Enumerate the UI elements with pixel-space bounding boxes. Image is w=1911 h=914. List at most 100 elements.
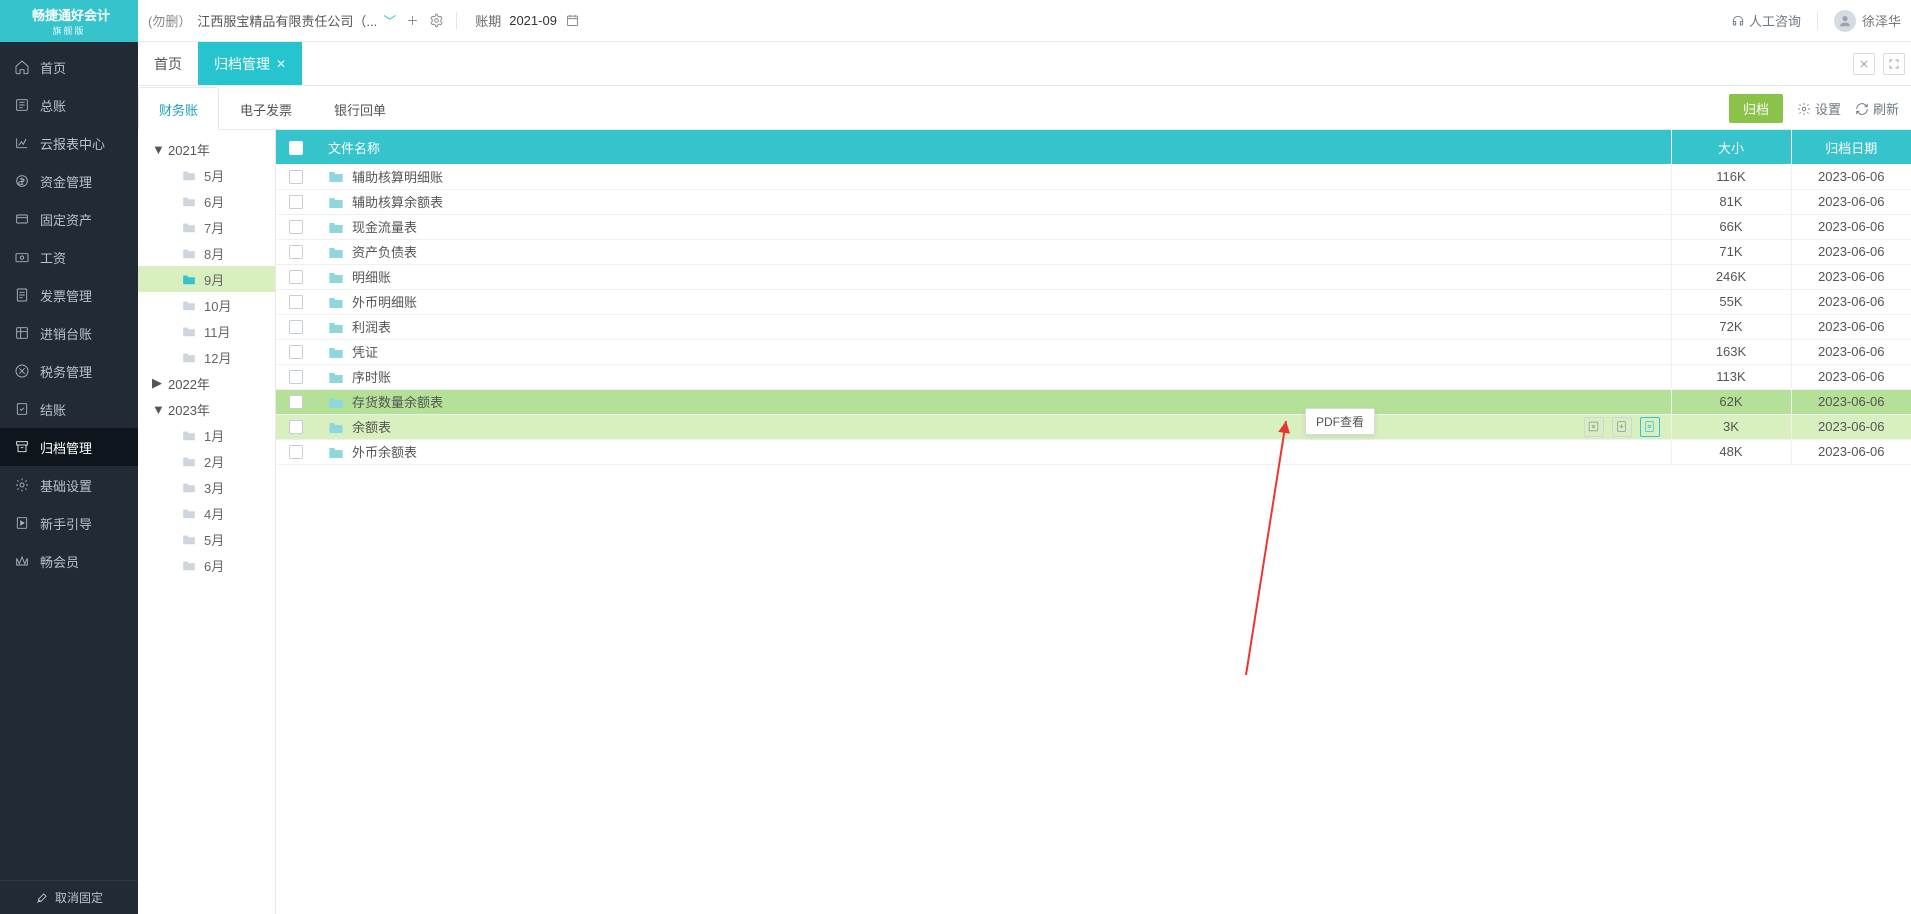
- sidebar-item-3[interactable]: 资金管理: [0, 162, 138, 200]
- table-row[interactable]: 余额表 3K2023-06-06: [276, 414, 1911, 439]
- pdf-view-tooltip: PDF查看: [1305, 408, 1375, 435]
- tree-month-2-5[interactable]: 6月: [138, 552, 275, 578]
- folder-icon: [182, 299, 196, 311]
- sidebar-item-4[interactable]: 固定资产: [0, 200, 138, 238]
- row-checkbox[interactable]: [289, 320, 303, 334]
- sidebar-item-10[interactable]: 归档管理: [0, 428, 138, 466]
- period-value[interactable]: 2021-09: [509, 13, 557, 28]
- sidebar-item-1[interactable]: 总账: [0, 86, 138, 124]
- row-actions: [1584, 417, 1670, 437]
- user-menu[interactable]: 徐泽华: [1834, 10, 1901, 32]
- sidebar-item-label: 总账: [40, 96, 66, 115]
- sub-tab-0[interactable]: 财务账: [138, 87, 219, 130]
- table-row[interactable]: 现金流量表66K2023-06-06: [276, 214, 1911, 239]
- cell-name: 辅助核算明细账: [316, 164, 1671, 189]
- company-selector[interactable]: (勿删） 江西服宝精品有限责任公司（... ﹀: [148, 11, 396, 30]
- tree-month-2-2[interactable]: 3月: [138, 474, 275, 500]
- row-checkbox[interactable]: [289, 445, 303, 459]
- row-checkbox[interactable]: [289, 220, 303, 234]
- tree-month-0-2[interactable]: 7月: [138, 214, 275, 240]
- page-tab-1[interactable]: 归档管理✕: [198, 42, 302, 85]
- human-consult[interactable]: 人工咨询: [1731, 11, 1801, 30]
- sidebar-item-2[interactable]: 云报表中心: [0, 124, 138, 162]
- row-checkbox[interactable]: [289, 370, 303, 384]
- sidebar-item-13[interactable]: 畅会员: [0, 542, 138, 580]
- sidebar-item-9[interactable]: 结账: [0, 390, 138, 428]
- tree-month-0-6[interactable]: 11月: [138, 318, 275, 344]
- calendar-icon[interactable]: [565, 13, 581, 29]
- sub-tab-2[interactable]: 银行回单: [313, 87, 407, 130]
- pdf-download-icon[interactable]: [1612, 417, 1632, 437]
- page-tab-0[interactable]: 首页: [138, 42, 198, 85]
- tree-month-0-4[interactable]: 9月: [138, 266, 275, 292]
- tree-month-0-1[interactable]: 6月: [138, 188, 275, 214]
- row-checkbox[interactable]: [289, 170, 303, 184]
- sidebar-item-label: 资金管理: [40, 172, 92, 191]
- table-row[interactable]: 外币明细账55K2023-06-06: [276, 289, 1911, 314]
- tree-year-1[interactable]: ▶2022年: [138, 370, 275, 396]
- table-row[interactable]: 外币余额表48K2023-06-06: [276, 439, 1911, 464]
- refresh-link[interactable]: 刷新: [1855, 99, 1899, 118]
- table-row[interactable]: 序时账113K2023-06-06: [276, 364, 1911, 389]
- folder-icon: [328, 295, 344, 309]
- add-icon[interactable]: [404, 13, 420, 29]
- cell-size: 71K: [1671, 239, 1791, 264]
- cell-date: 2023-06-06: [1791, 414, 1911, 439]
- cell-date: 2023-06-06: [1791, 164, 1911, 189]
- sidebar-item-12[interactable]: 新手引导: [0, 504, 138, 542]
- cell-name: 外币余额表: [316, 439, 1671, 464]
- row-checkbox[interactable]: [289, 270, 303, 284]
- table-row[interactable]: 辅助核算余额表81K2023-06-06: [276, 189, 1911, 214]
- row-checkbox[interactable]: [289, 420, 303, 434]
- tree-month-0-7[interactable]: 12月: [138, 344, 275, 370]
- excel-download-icon[interactable]: [1584, 417, 1604, 437]
- cell-size: 72K: [1671, 314, 1791, 339]
- tree-month-0-3[interactable]: 8月: [138, 240, 275, 266]
- settings-icon[interactable]: [428, 13, 444, 29]
- sidebar-pin-toggle[interactable]: 取消固定: [0, 880, 138, 914]
- sidebar-item-8[interactable]: 税务管理: [0, 352, 138, 390]
- cell-date: 2023-06-06: [1791, 339, 1911, 364]
- cell-name: 序时账: [316, 364, 1671, 389]
- table-row[interactable]: 存货数量余额表62K2023-06-06: [276, 389, 1911, 414]
- col-checkbox: [276, 130, 316, 164]
- row-checkbox[interactable]: [289, 345, 303, 359]
- tab-close-icon[interactable]: [1853, 53, 1875, 75]
- tree-year-2[interactable]: ▼2023年: [138, 396, 275, 422]
- tree-year-0[interactable]: ▼2021年: [138, 136, 275, 162]
- row-checkbox[interactable]: [289, 245, 303, 259]
- close-icon[interactable]: ✕: [276, 57, 286, 71]
- row-checkbox[interactable]: [289, 295, 303, 309]
- tree-month-2-4[interactable]: 5月: [138, 526, 275, 552]
- cell-name: 资产负债表: [316, 239, 1671, 264]
- sidebar-item-6[interactable]: 发票管理: [0, 276, 138, 314]
- sub-tab-1[interactable]: 电子发票: [219, 87, 313, 130]
- tree-month-2-0[interactable]: 1月: [138, 422, 275, 448]
- settings-link[interactable]: 设置: [1797, 99, 1841, 118]
- archive-button[interactable]: 归档: [1729, 94, 1783, 123]
- cell-size: 55K: [1671, 289, 1791, 314]
- tree-month-0-5[interactable]: 10月: [138, 292, 275, 318]
- table-row[interactable]: 利润表72K2023-06-06: [276, 314, 1911, 339]
- table-row[interactable]: 明细账246K2023-06-06: [276, 264, 1911, 289]
- row-checkbox[interactable]: [289, 195, 303, 209]
- table-row[interactable]: 凭证163K2023-06-06: [276, 339, 1911, 364]
- sidebar-item-0[interactable]: 首页: [0, 48, 138, 86]
- fullscreen-icon[interactable]: [1883, 53, 1905, 75]
- top-bar: (勿删） 江西服宝精品有限责任公司（... ﹀ 账期 2021-09 人工咨询: [138, 0, 1911, 42]
- tree-month-0-0[interactable]: 5月: [138, 162, 275, 188]
- table-row[interactable]: 辅助核算明细账116K2023-06-06: [276, 164, 1911, 189]
- row-checkbox[interactable]: [289, 395, 303, 409]
- pdf-view-icon[interactable]: [1640, 417, 1660, 437]
- select-all-checkbox[interactable]: [289, 141, 303, 155]
- tree-month-2-1[interactable]: 2月: [138, 448, 275, 474]
- cell-date: 2023-06-06: [1791, 189, 1911, 214]
- sidebar-item-11[interactable]: 基础设置: [0, 466, 138, 504]
- sidebar-item-label: 工资: [40, 248, 66, 267]
- sidebar-item-7[interactable]: 进销台账: [0, 314, 138, 352]
- folder-icon: [182, 559, 196, 571]
- table-row[interactable]: 资产负债表71K2023-06-06: [276, 239, 1911, 264]
- sidebar-item-5[interactable]: 工资: [0, 238, 138, 276]
- cell-name: 凭证: [316, 339, 1671, 364]
- tree-month-2-3[interactable]: 4月: [138, 500, 275, 526]
